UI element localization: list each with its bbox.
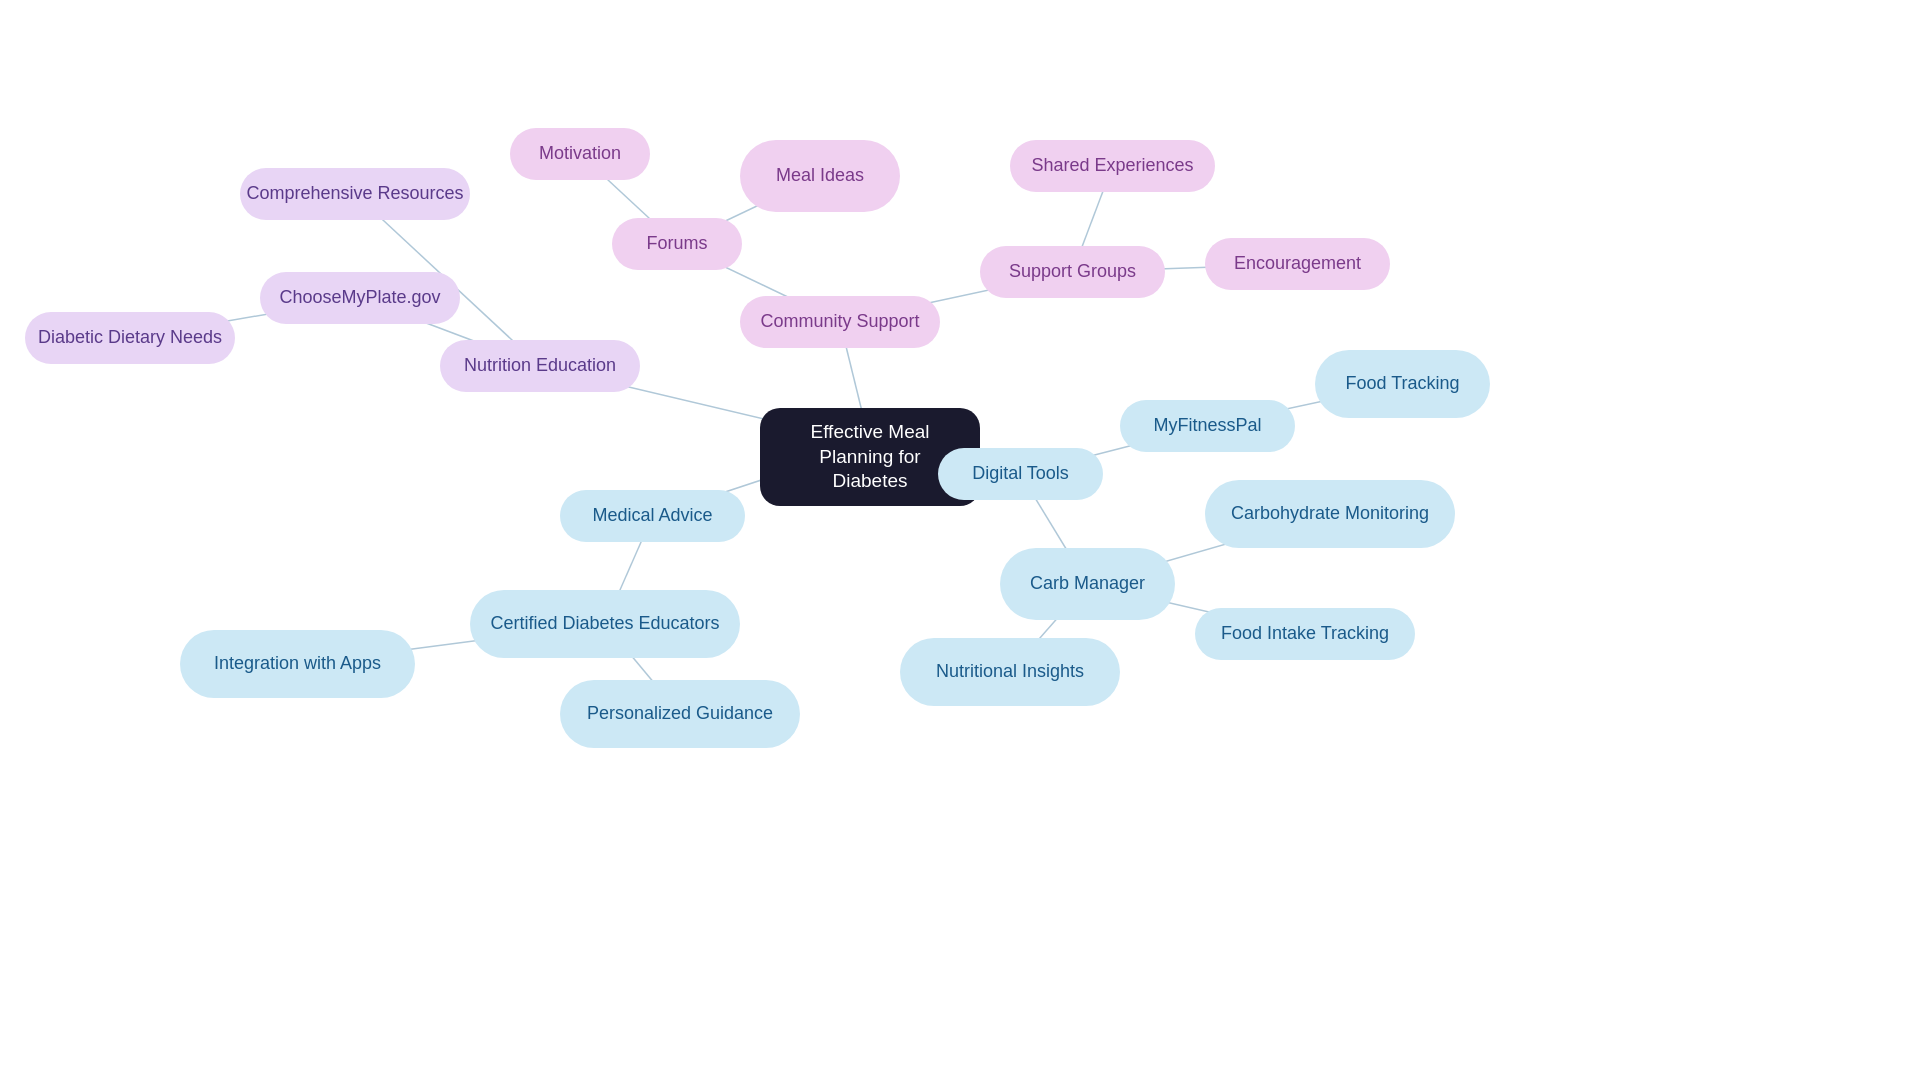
svg-line-16 [1088,584,1306,634]
svg-line-6 [580,154,677,244]
svg-line-2 [360,298,540,366]
svg-line-17 [1010,584,1088,672]
svg-line-3 [130,298,360,338]
svg-line-5 [677,244,840,322]
svg-line-13 [1208,384,1403,426]
mind-map [0,0,1920,1083]
svg-line-20 [298,624,606,664]
svg-line-7 [677,176,820,244]
svg-line-12 [1021,426,1208,474]
svg-line-11 [870,444,1021,474]
svg-line-15 [1088,514,1331,584]
svg-line-21 [605,624,680,714]
svg-line-4 [840,322,870,444]
svg-line-8 [840,272,1073,322]
svg-line-0 [540,366,870,444]
svg-line-19 [605,516,653,624]
svg-line-14 [1021,474,1088,584]
svg-line-10 [1073,264,1298,272]
svg-line-9 [1073,166,1113,272]
svg-line-18 [653,444,871,516]
svg-line-1 [355,194,540,366]
